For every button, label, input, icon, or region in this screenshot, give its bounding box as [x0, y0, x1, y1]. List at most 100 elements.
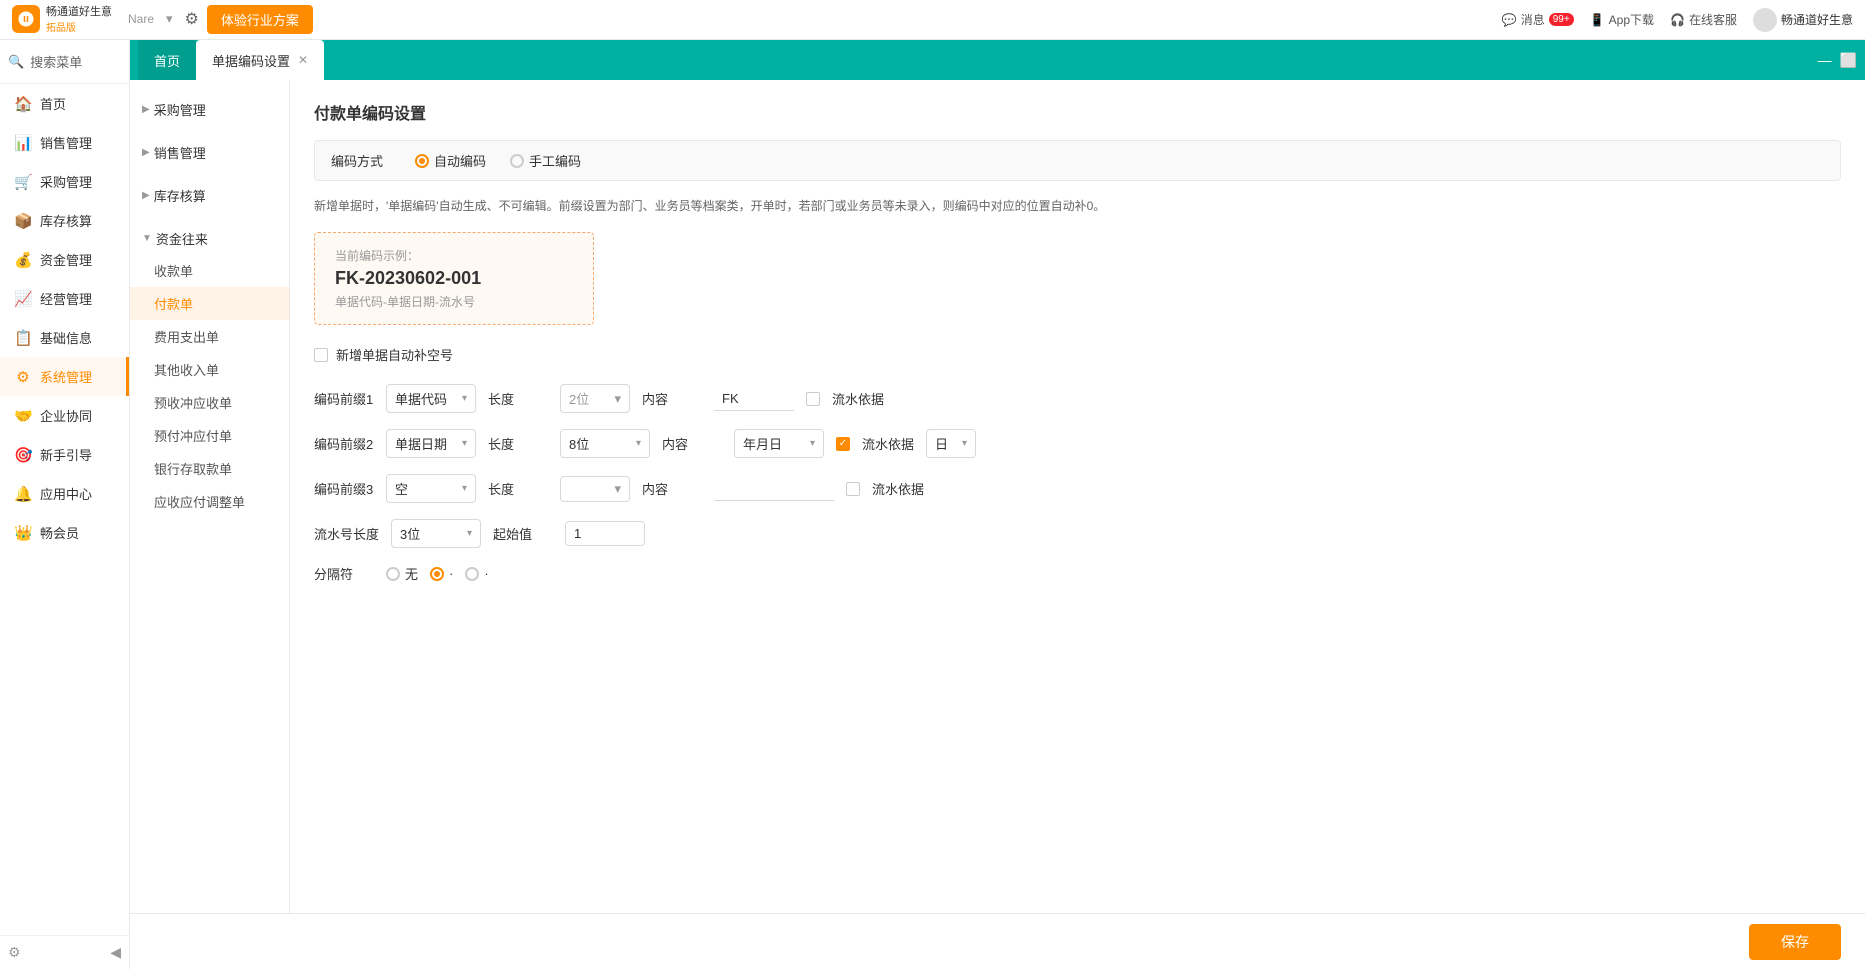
flow1-checkbox[interactable] — [806, 392, 820, 406]
tab-minimize-icon[interactable]: — — [1818, 52, 1832, 68]
sidebar-item-label-members: 畅会员 — [40, 523, 79, 542]
message-button[interactable]: 💬 消息 99+ — [1502, 11, 1574, 28]
tab-home-label: 首页 — [154, 51, 180, 70]
encoding-auto-radio[interactable] — [415, 154, 429, 168]
prefix1-select[interactable]: 单据代码 ▾ — [386, 384, 476, 413]
sidebar-collapse-icon[interactable]: ◀ — [110, 944, 121, 961]
sidebar-item-label-basic-info: 基础信息 — [40, 328, 92, 347]
tab-maximize-icon[interactable]: ⬜ — [1840, 52, 1857, 69]
separator-none-option[interactable]: 无 — [386, 564, 418, 583]
sidebar-item-label-operations: 经营管理 — [40, 289, 92, 308]
trial-button[interactable]: 体验行业方案 — [207, 5, 313, 34]
encoding-manual-option[interactable]: 手工编码 — [510, 151, 581, 170]
length3-select[interactable]: ▾ — [560, 476, 630, 502]
tab-home[interactable]: 首页 — [138, 40, 196, 80]
sec-item-advance-offset[interactable]: 预付冲应付单 — [130, 419, 289, 452]
save-button[interactable]: 保存 — [1749, 924, 1841, 960]
encoding-auto-option[interactable]: 自动编码 — [415, 151, 486, 170]
tab-close-icon[interactable]: ✕ — [298, 53, 308, 67]
sidebar-item-inventory[interactable]: 📦 库存核算 — [0, 201, 129, 240]
sidebar-item-basic-info[interactable]: 📋 基础信息 — [0, 318, 129, 357]
search-menu-button[interactable]: 🔍 搜索菜单 — [8, 48, 121, 75]
content2-select[interactable]: 年月日 ▾ — [734, 429, 824, 458]
bottom-settings-icon[interactable]: ⚙ — [8, 944, 21, 961]
sidebar-item-apps[interactable]: 🔔 应用中心 — [0, 474, 129, 513]
separator-none-radio[interactable] — [386, 567, 400, 581]
system-icon: ⚙ — [14, 368, 32, 386]
sidebar-item-operations[interactable]: 📈 经营管理 — [0, 279, 129, 318]
preview-box: 当前编码示例： FK-20230602-001 单据代码-单据日期-流水号 — [314, 232, 594, 325]
content1-label: 内容 — [642, 389, 702, 408]
sec-group-sales-title[interactable]: ▶ 销售管理 — [130, 137, 289, 168]
sidebar-item-sales[interactable]: 📊 销售管理 — [0, 123, 129, 162]
flow3-label: 流水依据 — [872, 479, 924, 498]
sidebar-item-members[interactable]: 👑 畅会员 — [0, 513, 129, 552]
sidebar-item-purchase[interactable]: 🛒 采购管理 — [0, 162, 129, 201]
app-download-label: App下载 — [1609, 11, 1654, 28]
prefix2-select[interactable]: 单据日期 ▾ — [386, 429, 476, 458]
app-download-button[interactable]: 📱 App下载 — [1590, 11, 1654, 28]
sec-group-inventory-title[interactable]: ▶ 库存核算 — [130, 180, 289, 211]
length2-label: 长度 — [488, 434, 548, 453]
sec-item-prepay-offset[interactable]: 预收冲应收单 — [130, 386, 289, 419]
sec-item-other-income[interactable]: 其他收入单 — [130, 353, 289, 386]
separator-dot-option[interactable]: · — [430, 566, 453, 581]
operations-icon: 📈 — [14, 290, 32, 308]
sidebar-item-system[interactable]: ⚙ 系统管理 — [0, 357, 129, 396]
message-icon: 💬 — [1502, 13, 1517, 27]
sidebar-search-area: 🔍 搜索菜单 — [0, 40, 129, 84]
sidebar-item-enterprise[interactable]: 🤝 企业协同 — [0, 396, 129, 435]
separator-dash-radio[interactable] — [465, 567, 479, 581]
inner-layout: ▶ 采购管理 ▶ 销售管理 ▶ 库存核算 — [130, 80, 1865, 913]
length3-label: 长度 — [488, 479, 548, 498]
serial-length-arrow-icon: ▾ — [467, 528, 472, 539]
sec-item-expense[interactable]: 费用支出单 — [130, 320, 289, 353]
auto-fill-row: 新增单据自动补空号 — [314, 345, 1841, 364]
user-account[interactable]: 畅通道好生意 — [1753, 8, 1853, 32]
length1-select[interactable]: 2位 ▾ — [560, 384, 630, 413]
content1-input[interactable] — [714, 387, 794, 411]
sec-group-purchase-title[interactable]: ▶ 采购管理 — [130, 94, 289, 125]
prefix3-label: 编码前缀3 — [314, 479, 374, 498]
online-service-button[interactable]: 🎧 在线客服 — [1670, 11, 1737, 28]
serial-start-label: 起始值 — [493, 524, 553, 543]
enterprise-icon: 🤝 — [14, 407, 32, 425]
sec-group-sales-label: 销售管理 — [154, 143, 206, 162]
content3-input[interactable] — [714, 477, 834, 501]
sec-group-inventory: ▶ 库存核算 — [130, 174, 289, 217]
sec-item-adjustment[interactable]: 应收应付调整单 — [130, 485, 289, 518]
encoding-manual-radio[interactable] — [510, 154, 524, 168]
message-label: 消息 — [1521, 11, 1545, 28]
funds-arrow-icon: ▼ — [142, 233, 152, 244]
flow2-period-select[interactable]: 日 ▾ — [926, 429, 976, 458]
sec-item-payment[interactable]: 付款单 — [130, 287, 289, 320]
serial-length-select[interactable]: 3位 ▾ — [391, 519, 481, 548]
flow3-checkbox[interactable] — [846, 482, 860, 496]
sidebar-item-guide[interactable]: 🎯 新手引导 — [0, 435, 129, 474]
chevron-down-icon[interactable]: ▾ — [166, 11, 173, 27]
serial-start-input[interactable] — [565, 521, 645, 546]
separator-dot-radio[interactable] — [430, 567, 444, 581]
serial-length-label: 流水号长度 — [314, 524, 379, 543]
length2-select[interactable]: 8位 ▾ — [560, 429, 650, 458]
tab-encoding[interactable]: 单据编码设置 ✕ — [196, 40, 324, 80]
separator-dash-label: · — [484, 566, 488, 581]
sidebar: 🔍 搜索菜单 🏠 首页 📊 销售管理 🛒 采购管理 📦 库存核算 💰 — [0, 40, 130, 969]
flow2-checkbox[interactable] — [836, 437, 850, 451]
sec-group-funds-title[interactable]: ▼ 资金往来 — [130, 223, 289, 254]
purchase-icon: 🛒 — [14, 173, 32, 191]
sidebar-bottom: ⚙ ◀ — [0, 935, 129, 969]
separator-dash-option[interactable]: · — [465, 566, 488, 581]
prefix2-label: 编码前缀2 — [314, 434, 374, 453]
sec-item-receipt[interactable]: 收款单 — [130, 254, 289, 287]
sec-item-bank[interactable]: 银行存取款单 — [130, 452, 289, 485]
form-row-prefix3: 编码前缀3 空 ▾ 长度 ▾ 内容 流水依据 — [314, 474, 1841, 503]
sidebar-item-label-purchase: 采购管理 — [40, 172, 92, 191]
sidebar-item-finance[interactable]: 💰 资金管理 — [0, 240, 129, 279]
sidebar-item-home[interactable]: 🏠 首页 — [0, 84, 129, 123]
prefix3-select[interactable]: 空 ▾ — [386, 474, 476, 503]
sidebar-item-label-apps: 应用中心 — [40, 484, 92, 503]
auto-fill-checkbox[interactable] — [314, 348, 328, 362]
settings-icon[interactable]: ⚙ — [185, 9, 199, 29]
username-label: 畅通道好生意 — [1781, 11, 1853, 28]
